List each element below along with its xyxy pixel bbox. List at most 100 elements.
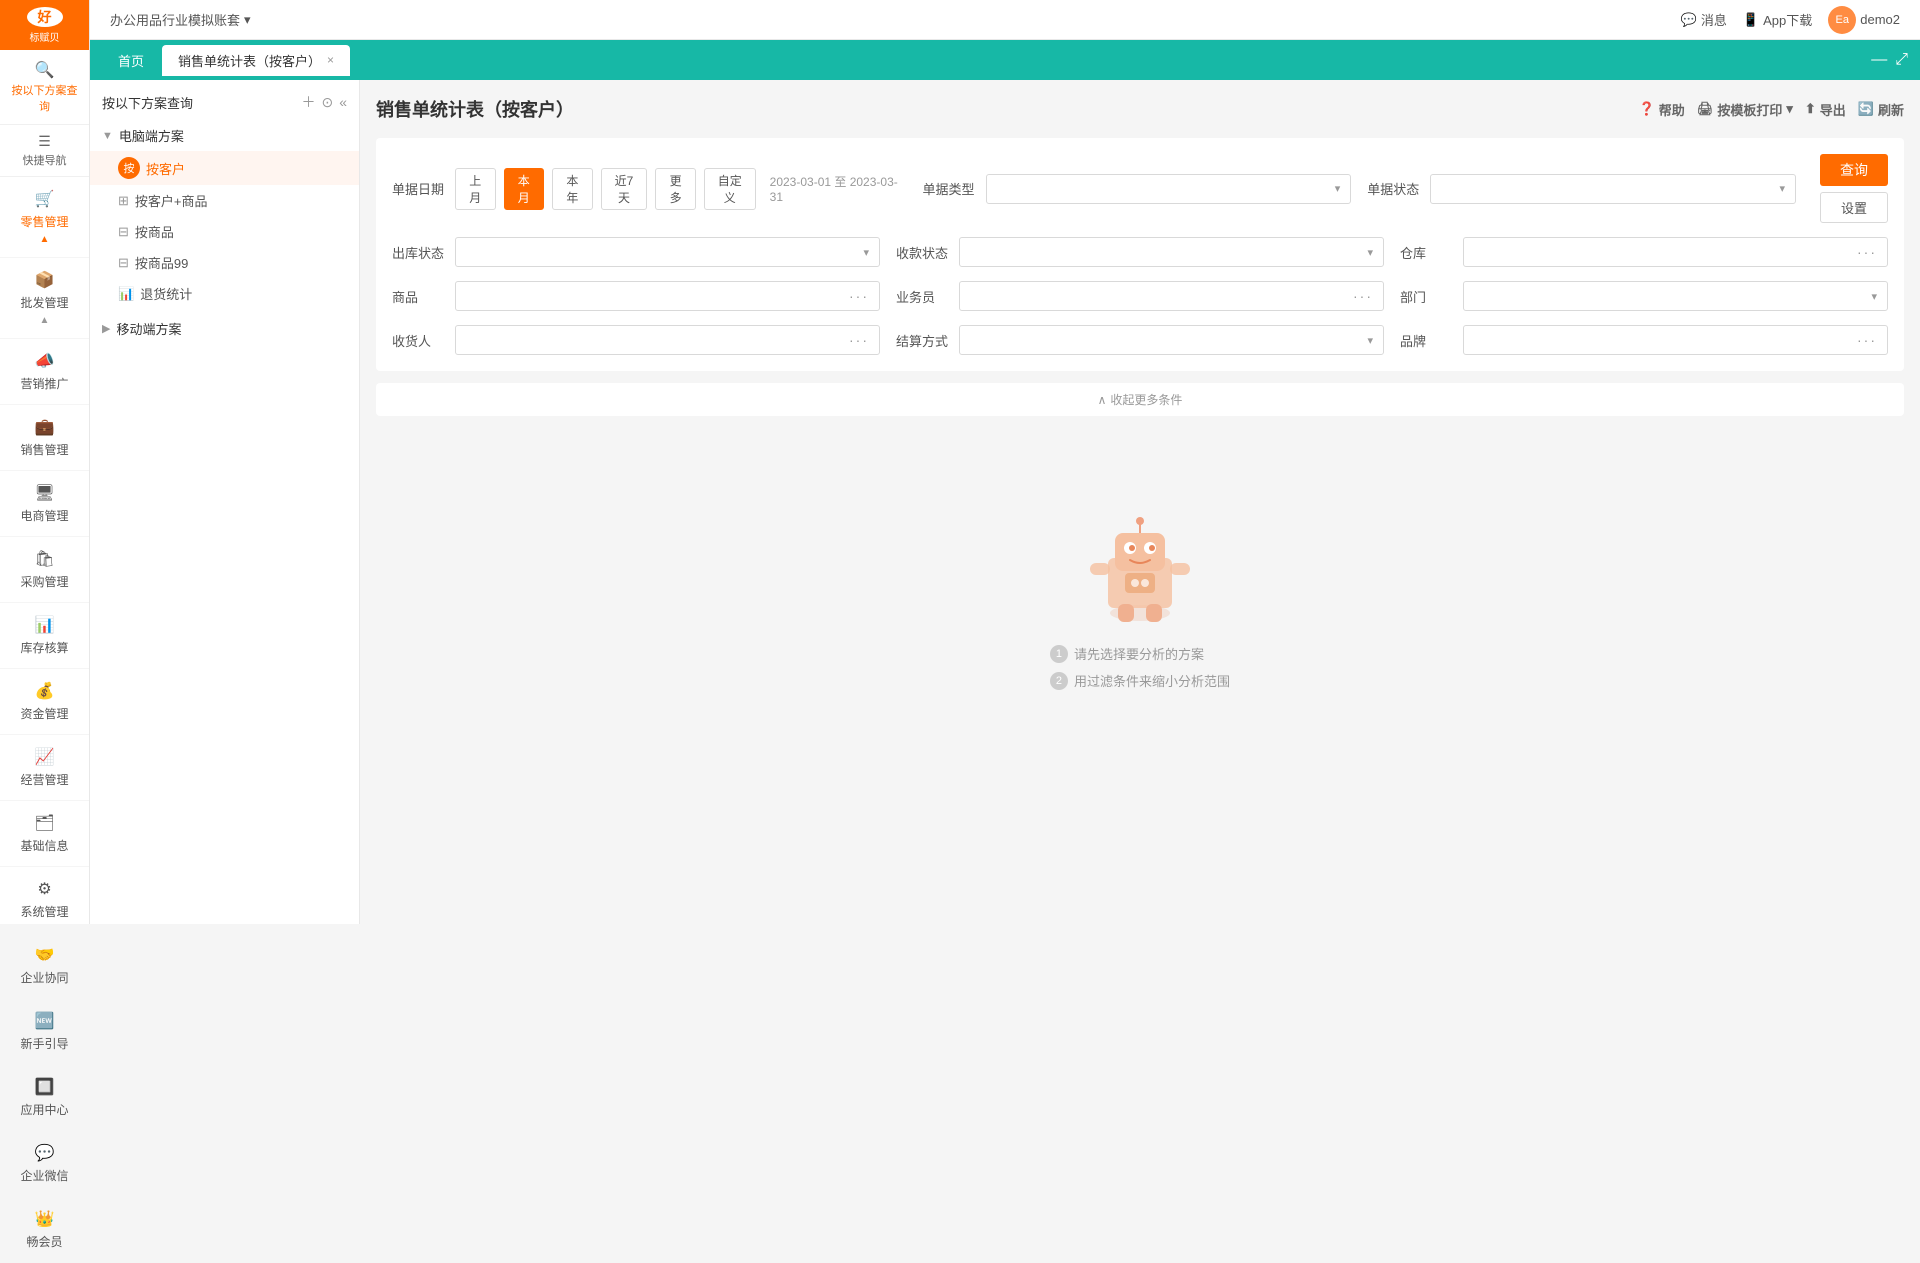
tree-item-by-customer-goods[interactable]: ⊞ 按客户+商品 — [90, 185, 359, 216]
tab-controls: — ⤢ — [1871, 51, 1908, 69]
order-type-select[interactable]: ▾ — [986, 174, 1352, 204]
refresh-icon: 🔄 — [1858, 101, 1874, 117]
warehouse-select[interactable]: ··· — [1463, 237, 1888, 267]
goods-dots: ··· — [849, 288, 869, 304]
payment-filter: 收款状态 ▾ — [896, 237, 1384, 267]
panel-collapse-icon[interactable]: « — [339, 94, 347, 110]
sidebar-search[interactable]: 🔍 按以下方案查询 — [0, 50, 89, 125]
user-name: demo2 — [1860, 12, 1900, 27]
order-status-select[interactable]: ▾ — [1430, 174, 1796, 204]
sidebar-item-purchase[interactable]: 🛍 采购管理 — [0, 537, 89, 603]
sidebar-item-newuser-label: 新手引导 — [20, 1035, 68, 1052]
set-button[interactable]: 设置 — [1820, 192, 1888, 223]
hint-num-1: 1 — [1050, 645, 1068, 663]
purchase-icon: 🛍 — [34, 549, 54, 569]
print-btn[interactable]: 🖨 按模板打印 ▾ — [1697, 100, 1793, 119]
goods-select[interactable]: ··· — [455, 281, 880, 311]
date-buttons: 上月 本月 本年 近7天 更多 自定义 — [455, 168, 756, 210]
sidebar-item-finance[interactable]: 💰 资金管理 — [0, 669, 89, 735]
export-icon: ⬆ — [1805, 101, 1816, 117]
tab-minimize-btn[interactable]: — — [1871, 51, 1887, 69]
date-btn-this-year[interactable]: 本年 — [552, 168, 593, 210]
tab-sales-stats[interactable]: 销售单统计表（按客户） × — [162, 45, 350, 76]
tab-home[interactable]: 首页 — [102, 45, 160, 76]
empty-hints: 1 请先选择要分析的方案 2 用过滤条件来缩小分析范围 — [1050, 644, 1230, 690]
account-dropdown[interactable]: 办公用品行业模拟账套 ▾ — [110, 10, 251, 29]
sidebar-item-basic-label: 基础信息 — [20, 837, 68, 854]
panel-add-icon[interactable]: ＋ — [301, 92, 315, 112]
topbar-left: 办公用品行业模拟账套 ▾ — [110, 10, 251, 29]
brand-label: 品牌 — [1400, 331, 1455, 350]
user-avatar-area[interactable]: Ea demo2 — [1828, 6, 1900, 34]
sidebar: 好 标赋贝 🔍 按以下方案查询 ☰ 快捷导航 🛒 零售管理 ▲ 📦 批发管理 ▲… — [0, 0, 90, 924]
empty-illustration — [1080, 508, 1200, 628]
filter-row-3: 商品 ··· 业务员 ··· 部门 — [392, 281, 1888, 311]
tree-item-by-goods-label: 按商品 — [135, 222, 174, 241]
tree-item-by-customer[interactable]: 按 按客户 — [90, 151, 359, 185]
tree-item-returns[interactable]: 📊 退货统计 — [90, 278, 359, 309]
receiver-dots: ··· — [849, 332, 869, 348]
dept-select[interactable]: ▾ — [1463, 281, 1888, 311]
receiver-select[interactable]: ··· — [455, 325, 880, 355]
panel-settings-icon[interactable]: ⊙ — [321, 94, 333, 111]
delivery-select[interactable]: ▾ — [455, 237, 880, 267]
sidebar-item-enterprise[interactable]: 🤝 企业协同 — [0, 933, 89, 999]
date-btn-custom[interactable]: 自定义 — [704, 168, 756, 210]
order-status-label: 单据状态 — [1367, 179, 1422, 198]
table-icon2: ⊟ — [118, 255, 129, 271]
salesperson-select[interactable]: ··· — [959, 281, 1384, 311]
sidebar-item-enterprise-label: 企业协同 — [20, 969, 68, 986]
query-button[interactable]: 查询 — [1820, 154, 1888, 186]
sidebar-item-system[interactable]: ⚙ 系统管理 — [0, 867, 89, 933]
date-btn-this-month[interactable]: 本月 — [504, 168, 545, 210]
settlement-select[interactable]: ▾ — [959, 325, 1384, 355]
sidebar-item-marketing-label: 营销推广 — [20, 375, 68, 392]
tree-section-pc-arrow: ▼ — [102, 130, 113, 142]
filter-row-2: 出库状态 ▾ 收款状态 ▾ 仓库 — [392, 237, 1888, 267]
export-label: 导出 — [1820, 100, 1846, 119]
sidebar-item-basic[interactable]: 🗂 基础信息 — [0, 801, 89, 867]
tab-maximize-btn[interactable]: ⤢ — [1895, 51, 1908, 69]
brand-select[interactable]: ··· — [1463, 325, 1888, 355]
receiver-filter: 收货人 ··· — [392, 325, 880, 355]
tree-item-by-customer-label: 按客户 — [146, 159, 185, 178]
sidebar-item-retail[interactable]: 🛒 零售管理 ▲ — [0, 177, 89, 258]
sidebar-item-ecommerce[interactable]: 🖥 电商管理 — [0, 471, 89, 537]
app-download-btn[interactable]: 📱 App下载 — [1743, 10, 1812, 29]
sidebar-item-newuser[interactable]: 🆕 新手引导 — [0, 999, 89, 1065]
settlement-chevron: ▾ — [1367, 334, 1373, 347]
date-btn-more[interactable]: 更多 — [655, 168, 696, 210]
member-icon: 👑 — [35, 1209, 55, 1229]
sidebar-item-member[interactable]: 👑 畅会员 — [0, 1197, 89, 1263]
sidebar-item-wholesale[interactable]: 📦 批发管理 ▲ — [0, 258, 89, 339]
help-btn[interactable]: ❓ 帮助 — [1639, 100, 1685, 119]
sidebar-item-inventory[interactable]: 📊 库存核算 — [0, 603, 89, 669]
sidebar-item-wechat[interactable]: 💬 企业微信 — [0, 1131, 89, 1197]
tree-section-pc[interactable]: ▼ 电脑端方案 — [90, 120, 359, 151]
sidebar-item-operations[interactable]: 📈 经营管理 — [0, 735, 89, 801]
collapse-bar[interactable]: ∧ 收起更多条件 — [376, 383, 1904, 416]
hint-num-2: 2 — [1050, 672, 1068, 690]
tree-item-returns-label: 退货统计 — [140, 284, 192, 303]
date-range: 2023-03-01 至 2023-03-31 — [770, 173, 907, 204]
sidebar-item-marketing[interactable]: 📣 营销推广 — [0, 339, 89, 405]
message-btn[interactable]: 💬 消息 — [1681, 10, 1727, 29]
tree-item-by-goods[interactable]: ⊟ 按商品 — [90, 216, 359, 247]
tree-section-mobile[interactable]: ▶ 移动端方案 — [90, 313, 359, 344]
sidebar-item-appstore[interactable]: 🔲 应用中心 — [0, 1065, 89, 1131]
sidebar-quick-nav[interactable]: ☰ 快捷导航 — [0, 125, 89, 177]
date-btn-7days[interactable]: 近7天 — [601, 168, 648, 210]
refresh-btn[interactable]: 🔄 刷新 — [1858, 100, 1904, 119]
tab-close-icon[interactable]: × — [327, 53, 334, 67]
grid-icon: ⊞ — [118, 193, 129, 209]
payment-select[interactable]: ▾ — [959, 237, 1384, 267]
panel-header-icons: ＋ ⊙ « — [301, 92, 347, 112]
date-btn-last-month[interactable]: 上月 — [455, 168, 496, 210]
brand-dots: ··· — [1857, 332, 1877, 348]
tree-item-by-goods99[interactable]: ⊟ 按商品99 — [90, 247, 359, 278]
export-btn[interactable]: ⬆ 导出 — [1805, 100, 1846, 119]
page-title-row: 销售单统计表（按客户） ❓ 帮助 🖨 按模板打印 ▾ ⬆ 导出 — [376, 96, 1904, 122]
filter-card: 单据日期 上月 本月 本年 近7天 更多 自定义 2023-03-01 至 20… — [376, 138, 1904, 371]
sidebar-item-sales[interactable]: 💼 销售管理 — [0, 405, 89, 471]
account-name: 办公用品行业模拟账套 — [110, 10, 240, 29]
